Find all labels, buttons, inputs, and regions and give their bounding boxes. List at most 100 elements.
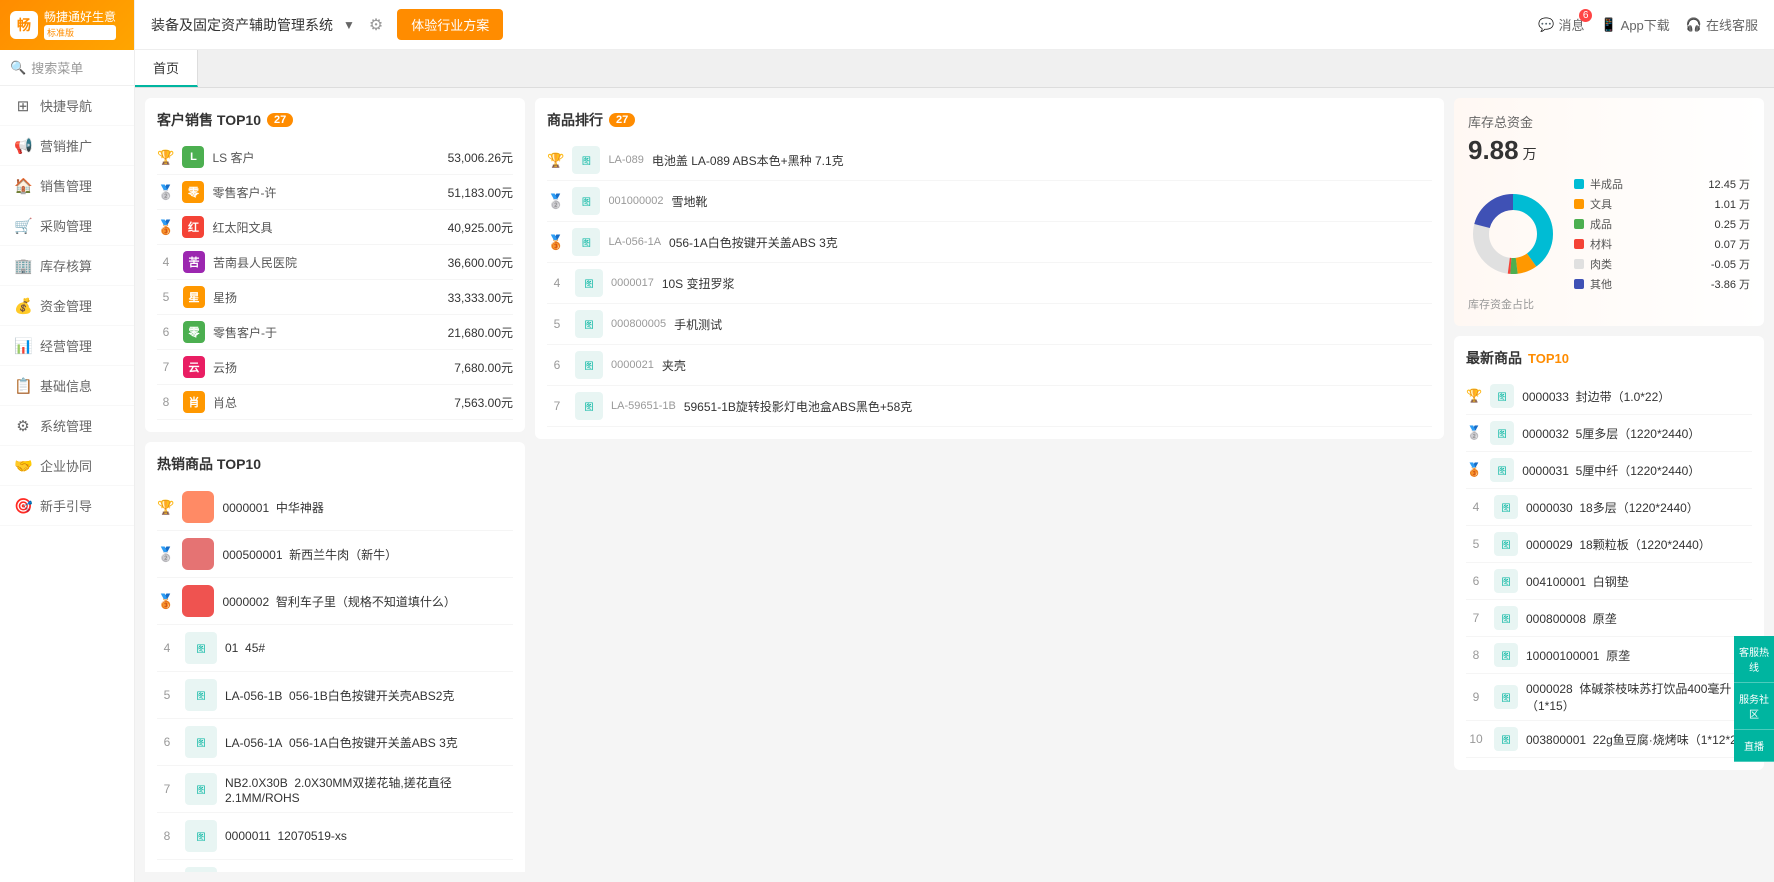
product-name: 056-1A白色按键开关盖ABS 3克 — [669, 234, 838, 251]
col-left: 客户销售 TOP10 27 🏆 L LS 客户 53,006.26元 🥈 零 零… — [145, 98, 525, 872]
legend-value: 0.07 万 — [1715, 236, 1750, 252]
sidebar-item-sales[interactable]: 🏠销售管理 — [0, 166, 134, 206]
product-ranking-item: 🥉 图 LA-056-1A 056-1A白色按键开关盖ABS 3克 — [547, 222, 1432, 263]
float-button[interactable]: 直播 — [1734, 730, 1774, 762]
rank-number: 10 — [1466, 732, 1486, 746]
nav-label-marketing: 营销推广 — [40, 136, 92, 155]
customer-badge: 27 — [267, 113, 293, 127]
customer-amount: 40,925.00元 — [448, 219, 513, 236]
customer-top10-title: 客户销售 TOP10 27 — [157, 110, 513, 130]
new-product-item: 7 图 000800008 原垄 — [1466, 600, 1752, 637]
legend-value: 12.45 万 — [1708, 176, 1750, 192]
product-name: 01 45# — [225, 641, 513, 655]
trophy-icon: 🥈 — [1466, 425, 1482, 441]
product-info: LA-089 电池盖 LA-089 ABS本色+黑种 7.1克 — [608, 152, 1432, 169]
legend-dot — [1574, 219, 1584, 229]
main-area: 装备及固定资产辅助管理系统 ▼ ⚙ 体验行业方案 💬 消息 6 📱 App下载 … — [135, 0, 1774, 882]
product-image: 图 — [1490, 384, 1514, 408]
col-mid: 商品排行 27 🏆 图 LA-089 电池盖 LA-089 ABS本色+黑种 7… — [535, 98, 1444, 872]
settings-icon[interactable]: ⚙ — [365, 11, 387, 39]
nav-label-finance: 资金管理 — [40, 296, 92, 315]
legend-item: 其他 -3.86 万 — [1574, 276, 1750, 292]
app-download-btn[interactable]: 📱 App下载 — [1600, 15, 1669, 34]
inventory-legend: 半成品 12.45 万 文具 1.01 万 成品 0.25 万 材料 0.07 … — [1574, 176, 1750, 292]
message-btn[interactable]: 💬 消息 6 — [1538, 15, 1584, 34]
legend-value: 1.01 万 — [1715, 196, 1750, 212]
rank-number: 6 — [547, 358, 567, 372]
product-info: 000800005 手机测试 — [611, 316, 1432, 333]
trophy-bronze-icon: 🥉 — [157, 219, 174, 236]
customer-rank-item: 7 云 云扬 7,680.00元 — [157, 350, 513, 385]
customer-avatar: 零 — [182, 181, 204, 203]
rank-number: 4 — [157, 641, 177, 655]
product-image: 图 — [1494, 685, 1518, 709]
donut-area: 半成品 12.45 万 文具 1.01 万 成品 0.25 万 材料 0.07 … — [1468, 176, 1750, 292]
product-image: 图 — [572, 146, 600, 174]
sidebar-item-operations[interactable]: 📊经营管理 — [0, 326, 134, 366]
hot-product-item: 🏆 0000001 中华神器 — [157, 484, 513, 531]
product-name: 59651-1B旋转投影灯电池盒ABS黑色+58克 — [684, 398, 912, 415]
new-product-item: 🥈 图 0000032 5厘多层（1220*2440） — [1466, 415, 1752, 452]
sidebar-item-finance[interactable]: 💰资金管理 — [0, 286, 134, 326]
customer-amount: 33,333.00元 — [448, 289, 513, 306]
sidebar-item-quick-nav[interactable]: ⊞快捷导航 — [0, 86, 134, 126]
tab-home[interactable]: 首页 — [135, 50, 198, 87]
search-menu[interactable]: 🔍 搜索菜单 — [0, 50, 134, 86]
legend-dot — [1574, 179, 1584, 189]
product-ranking-item: 6 图 0000021 夹壳 — [547, 345, 1432, 386]
rank-number: 5 — [157, 290, 175, 304]
service-btn[interactable]: 🎧 在线客服 — [1686, 15, 1758, 34]
sidebar-item-marketing[interactable]: 📢 营销推广 — [0, 126, 134, 166]
sidebar-item-enterprise[interactable]: 🤝企业协同 — [0, 446, 134, 486]
legend-item: 文具 1.01 万 — [1574, 196, 1750, 212]
rank-number: 7 — [547, 399, 567, 413]
product-ranking-title: 商品排行 27 — [547, 110, 1432, 130]
product-image: 图 — [572, 187, 600, 215]
service-label: 在线客服 — [1706, 15, 1758, 34]
customer-list: 🏆 L LS 客户 53,006.26元 🥈 零 零售客户-许 51,183.0… — [157, 140, 513, 420]
hot-product-item: 🥈 000500001 新西兰牛肉（新牛） — [157, 531, 513, 578]
legend-dot — [1574, 239, 1584, 249]
headset-icon: 🎧 — [1686, 17, 1702, 33]
nav-icon-guide: 🎯 — [14, 497, 32, 515]
trophy-icon: 🥈 — [547, 193, 564, 210]
rank-number: 8 — [157, 395, 175, 409]
float-button[interactable]: 服务社区 — [1734, 683, 1774, 730]
sidebar-item-inventory[interactable]: 🏢库存核算 — [0, 246, 134, 286]
float-button[interactable]: 客服热线 — [1734, 636, 1774, 683]
customer-rank-item: 🥈 零 零售客户-许 51,183.00元 — [157, 175, 513, 210]
inventory-unit: 万 — [1523, 144, 1537, 164]
product-name: 0000032 5厘多层（1220*2440） — [1522, 425, 1752, 442]
product-name: 电池盖 LA-089 ABS本色+黑种 7.1克 — [652, 152, 844, 169]
customer-top10-card: 客户销售 TOP10 27 🏆 L LS 客户 53,006.26元 🥈 零 零… — [145, 98, 525, 432]
product-info: 0000021 夹壳 — [611, 357, 1432, 374]
dropdown-arrow[interactable]: ▼ — [343, 18, 355, 32]
product-ranking-text: 商品排行 — [547, 110, 603, 130]
sidebar-item-purchase[interactable]: 🛒采购管理 — [0, 206, 134, 246]
product-image: 图 — [185, 773, 217, 805]
customer-name: 红太阳文具 — [212, 219, 439, 236]
rank-number: 4 — [157, 255, 175, 269]
product-image: 图 — [1494, 606, 1518, 630]
sidebar-item-system[interactable]: ⚙系统管理 — [0, 406, 134, 446]
hot-product-card: 热销商品 TOP10 🏆 0000001 中华神器 🥈 000500001 新西… — [145, 442, 525, 872]
nav-label-inventory: 库存核算 — [40, 256, 92, 275]
product-name: 0000011 12070519-xs — [225, 829, 513, 843]
new-product-card: 最新商品 TOP10 🏆 图 0000033 封边带（1.0*22） 🥈 图 0… — [1454, 336, 1764, 770]
customer-amount: 7,680.00元 — [454, 359, 513, 376]
product-code: 001000002 — [608, 195, 663, 207]
product-name: 0000031 5厘中纤（1220*2440） — [1522, 462, 1752, 479]
trophy-icon: 🏆 — [547, 152, 564, 169]
trial-button[interactable]: 体验行业方案 — [397, 9, 503, 40]
product-name: 003800001 22g鱼豆腐·烧烤味（1*12*20） — [1526, 731, 1752, 748]
nav-icon-operations: 📊 — [14, 337, 32, 355]
trophy-icon: 🏆 — [157, 499, 174, 516]
inventory-donut-chart — [1468, 189, 1558, 279]
sidebar-item-basic-info[interactable]: 📋基础信息 — [0, 366, 134, 406]
product-image: 图 — [185, 867, 217, 872]
product-image: 图 — [185, 820, 217, 852]
nav-icon-marketing: 📢 — [14, 137, 32, 155]
sidebar-item-guide[interactable]: 🎯新手引导 — [0, 486, 134, 526]
product-image: 图 — [572, 228, 600, 256]
product-image: 图 — [185, 679, 217, 711]
